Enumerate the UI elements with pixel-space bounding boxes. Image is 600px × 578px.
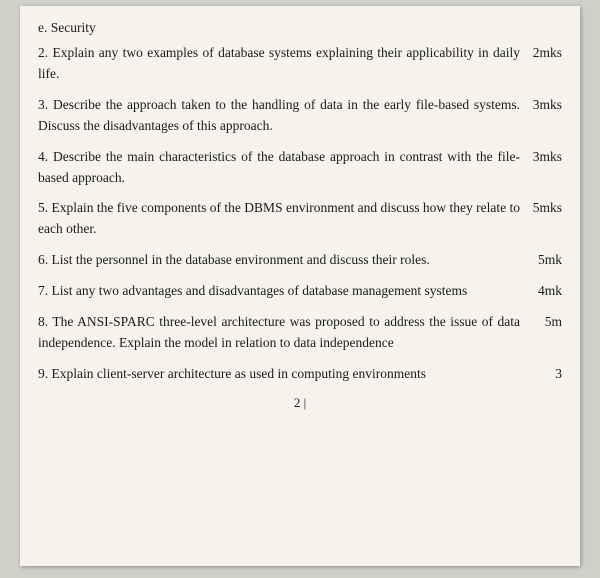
q3-text: 3. Describe the approach taken to the ha…: [38, 95, 524, 137]
q5-text: 5. Explain the five components of the DB…: [38, 198, 524, 240]
q4-text: 4. Describe the main characteristics of …: [38, 147, 524, 189]
exam-page: e. Security 2. Explain any two examples …: [20, 6, 580, 566]
q6-number: 6.: [38, 252, 52, 267]
question-2: 2. Explain any two examples of database …: [38, 43, 562, 85]
question-7: 7. List any two advantages and disadvant…: [38, 281, 562, 302]
q5-number: 5.: [38, 200, 52, 215]
question-4: 4. Describe the main characteristics of …: [38, 147, 562, 189]
q2-text: 2. Explain any two examples of database …: [38, 43, 524, 85]
q7-marks: 4mk: [524, 281, 562, 302]
q6-marks: 5mk: [524, 250, 562, 271]
q9-text: 9. Explain client-server architecture as…: [38, 364, 524, 385]
q8-marks: 5m: [524, 312, 562, 333]
q9-marks: 3: [524, 364, 562, 385]
question-9: 9. Explain client-server architecture as…: [38, 364, 562, 385]
q9-number: 9.: [38, 366, 52, 381]
sub-e-label: e. Security: [38, 20, 96, 35]
q2-number: 2.: [38, 45, 52, 60]
q8-number: 8.: [38, 314, 52, 329]
question-8: 8. The ANSI-SPARC three-level architectu…: [38, 312, 562, 354]
question-5: 5. Explain the five components of the DB…: [38, 198, 562, 240]
q8-text: 8. The ANSI-SPARC three-level architectu…: [38, 312, 524, 354]
q2-marks: 2mks: [524, 43, 562, 64]
q4-number: 4.: [38, 149, 53, 164]
q3-marks: 3mks: [524, 95, 562, 116]
q7-text: 7. List any two advantages and disadvant…: [38, 281, 524, 302]
page-number: 2 |: [38, 395, 562, 411]
question-6: 6. List the personnel in the database en…: [38, 250, 562, 271]
q6-text: 6. List the personnel in the database en…: [38, 250, 524, 271]
q4-marks: 3mks: [524, 147, 562, 168]
question-3: 3. Describe the approach taken to the ha…: [38, 95, 562, 137]
q7-number: 7.: [38, 283, 52, 298]
q5-marks: 5mks: [524, 198, 562, 219]
q3-number: 3.: [38, 97, 53, 112]
sub-item-e: e. Security: [38, 18, 562, 39]
